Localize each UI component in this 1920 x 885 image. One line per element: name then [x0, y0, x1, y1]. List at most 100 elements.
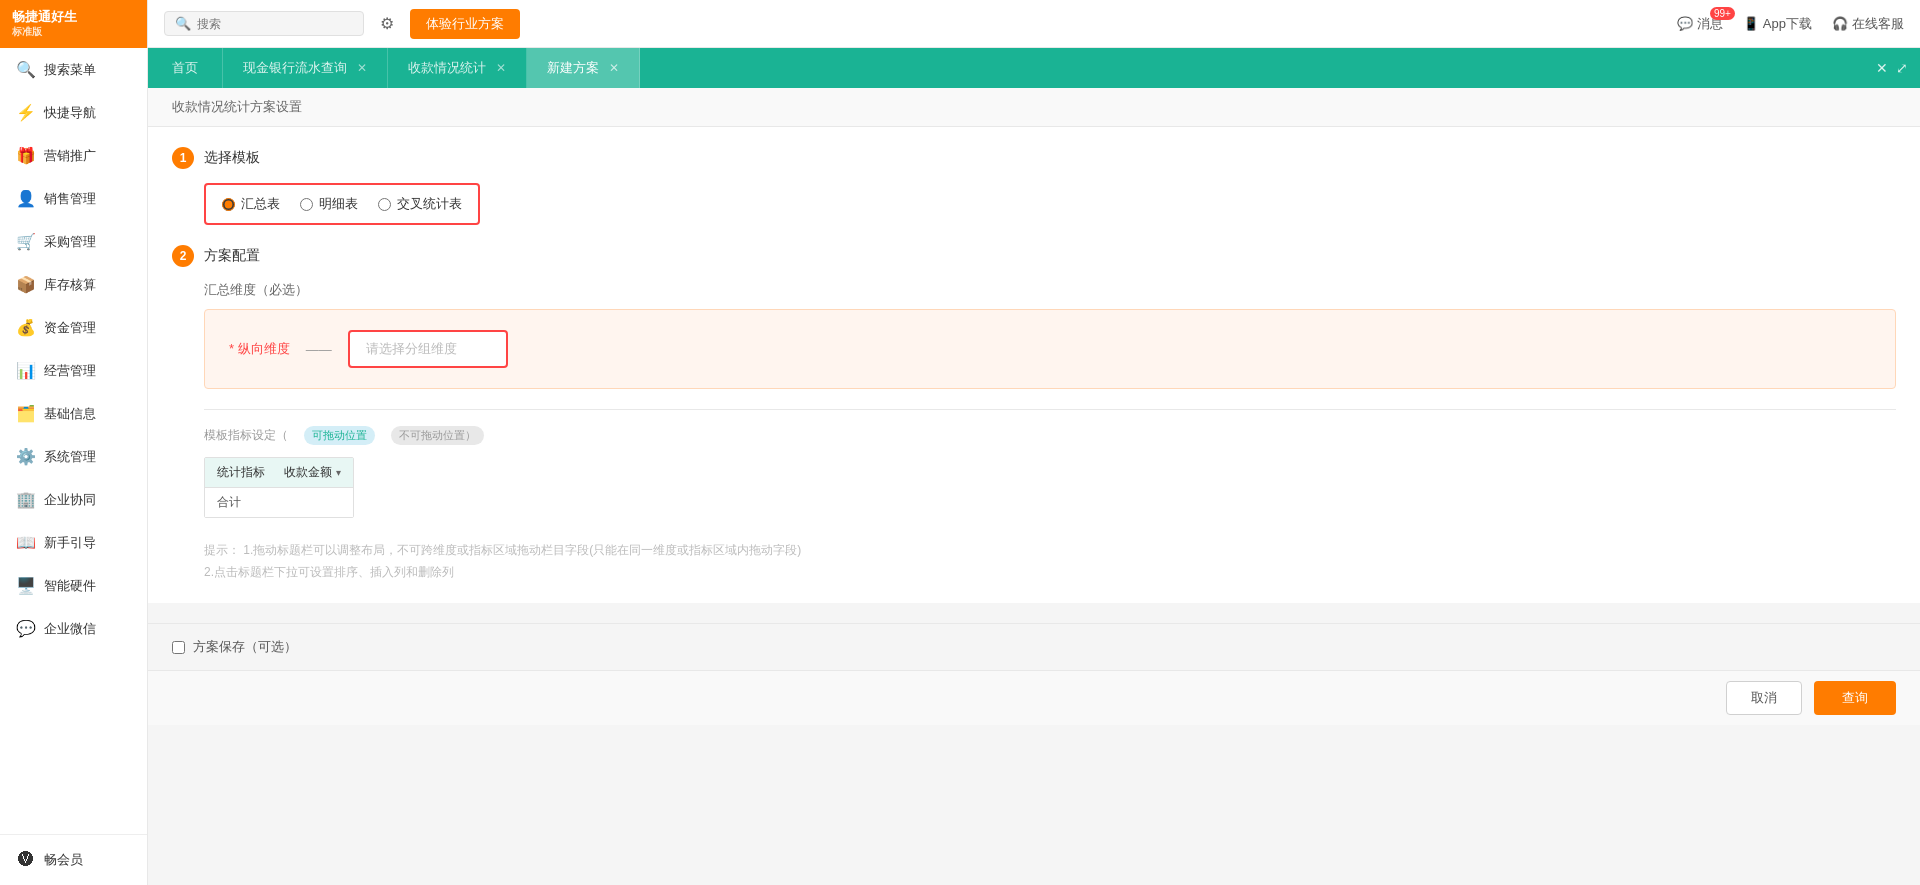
download-item[interactable]: 📱 App下载 — [1743, 15, 1812, 33]
tab-new-plan-label: 新建方案 — [547, 59, 599, 77]
stats-label: 统计指标 — [217, 464, 265, 481]
stats-table-row: 合计 — [205, 488, 353, 517]
sidebar-item-label: 企业协同 — [44, 491, 96, 509]
sidebar-item-label: 畅会员 — [44, 851, 83, 869]
tab-home[interactable]: 首页 — [148, 48, 223, 88]
sidebar-item-member[interactable]: 🅥 畅会员 — [0, 843, 147, 877]
tab-new-plan[interactable]: 新建方案 ✕ — [527, 48, 640, 88]
logo-title: 畅捷通好生 — [12, 9, 77, 25]
tab-maximize-icon[interactable]: ⤢ — [1896, 60, 1908, 76]
support-icon: 🎧 — [1832, 16, 1848, 31]
query-button[interactable]: 查询 — [1814, 681, 1896, 715]
step1-section: 1 选择模板 汇总表 明细表 — [172, 147, 1896, 225]
cancel-button[interactable]: 取消 — [1726, 681, 1802, 715]
radio-summary-input[interactable] — [222, 198, 235, 211]
search-box[interactable]: 🔍 — [164, 11, 364, 36]
download-icon: 📱 — [1743, 16, 1759, 31]
notification-item[interactable]: 💬 消息 99+ — [1677, 15, 1723, 33]
app-logo: 畅捷通好生 标准版 — [0, 0, 147, 48]
settings-icon[interactable]: ⚙ — [380, 14, 394, 33]
step2-title: 方案配置 — [204, 247, 260, 265]
sidebar-item-hardware[interactable]: 🖥️ 智能硬件 — [0, 564, 147, 607]
form-container: 1 选择模板 汇总表 明细表 — [148, 127, 1920, 603]
radio-detail[interactable]: 明细表 — [300, 195, 358, 213]
draggable-hint: 模板指标设定（ 可拖动位置 不可拖动位置） — [204, 426, 1896, 445]
notification-badge: 99+ — [1710, 7, 1735, 20]
tab-new-plan-close[interactable]: ✕ — [609, 61, 619, 75]
sidebar-item-marketing[interactable]: 🎁 营销推广 — [0, 134, 147, 177]
sales-icon: 👤 — [16, 189, 36, 208]
sidebar-item-label: 采购管理 — [44, 233, 96, 251]
sidebar-item-purchase[interactable]: 🛒 采购管理 — [0, 220, 147, 263]
tab-bank-flow-label: 现金银行流水查询 — [243, 59, 347, 77]
footer-bar: 取消 查询 — [148, 670, 1920, 725]
search-icon: 🔍 — [16, 60, 36, 79]
sidebar-item-inventory[interactable]: 📦 库存核算 — [0, 263, 147, 306]
purchase-icon: 🛒 — [16, 232, 36, 251]
radio-cross-label: 交叉统计表 — [397, 195, 462, 213]
tab-close-all-icon[interactable]: ✕ — [1876, 60, 1888, 76]
finance-icon: 💰 — [16, 318, 36, 337]
sidebar-item-sales[interactable]: 👤 销售管理 — [0, 177, 147, 220]
step1-number: 1 — [172, 147, 194, 169]
radio-detail-label: 明细表 — [319, 195, 358, 213]
radio-summary-label: 汇总表 — [241, 195, 280, 213]
indicators-section: 模板指标设定（ 可拖动位置 不可拖动位置） 统计指标 收款金额 ▾ — [204, 409, 1896, 530]
tab-collections-label: 收款情况统计 — [408, 59, 486, 77]
sidebar-item-label: 经营管理 — [44, 362, 96, 380]
stats-table-header: 统计指标 收款金额 ▾ — [205, 458, 353, 488]
template-selection-box: 汇总表 明细表 交叉统计表 — [204, 183, 480, 225]
tab-home-label: 首页 — [172, 59, 198, 77]
sidebar-item-system[interactable]: ⚙️ 系统管理 — [0, 435, 147, 478]
tab-bank-flow[interactable]: 现金银行流水查询 ✕ — [223, 48, 388, 88]
member-icon: 🅥 — [16, 851, 36, 869]
logo-sub: 标准版 — [12, 25, 77, 39]
tabbar-actions: ✕ ⤢ — [1864, 48, 1920, 88]
nav-icon: ⚡ — [16, 103, 36, 122]
dimension-arrow: —— — [306, 342, 332, 357]
topbar-right: 💬 消息 99+ 📱 App下载 🎧 在线客服 — [1677, 15, 1904, 33]
sidebar-item-label: 基础信息 — [44, 405, 96, 423]
stats-row-label: 合计 — [217, 495, 241, 509]
support-item[interactable]: 🎧 在线客服 — [1832, 15, 1904, 33]
sidebar-item-guide[interactable]: 📖 新手引导 — [0, 521, 147, 564]
sidebar-item-label: 系统管理 — [44, 448, 96, 466]
guide-icon: 📖 — [16, 533, 36, 552]
save-checkbox-label[interactable]: 方案保存（可选） — [193, 638, 297, 656]
sidebar-item-operations[interactable]: 📊 经营管理 — [0, 349, 147, 392]
message-icon: 💬 — [1677, 16, 1693, 31]
step1-header: 1 选择模板 — [172, 147, 1896, 169]
tab-collections-close[interactable]: ✕ — [496, 61, 506, 75]
save-checkbox[interactable] — [172, 641, 185, 654]
radio-cross[interactable]: 交叉统计表 — [378, 195, 462, 213]
tab-bank-flow-close[interactable]: ✕ — [357, 61, 367, 75]
sidebar-item-label: 资金管理 — [44, 319, 96, 337]
sidebar-item-search[interactable]: 🔍 搜索菜单 — [0, 48, 147, 91]
tabbar: 首页 现金银行流水查询 ✕ 收款情况统计 ✕ 新建方案 ✕ ✕ ⤢ — [148, 48, 1920, 88]
chevron-down-icon[interactable]: ▾ — [336, 467, 341, 478]
page-breadcrumb: 收款情况统计方案设置 — [172, 99, 302, 114]
step2-header: 2 方案配置 — [172, 245, 1896, 267]
hint-line1: 提示： 1.拖动标题栏可以调整布局，不可跨维度或指标区域拖动栏目字段(只能在同一… — [204, 540, 1896, 562]
indicators-section-label: 模板指标设定（ — [204, 427, 288, 444]
sidebar-item-label: 企业微信 — [44, 620, 96, 638]
tab-collections[interactable]: 收款情况统计 ✕ — [388, 48, 527, 88]
search-input[interactable] — [197, 17, 337, 31]
sidebar-item-basic[interactable]: 🗂️ 基础信息 — [0, 392, 147, 435]
step2-number: 2 — [172, 245, 194, 267]
sidebar-item-finance[interactable]: 💰 资金管理 — [0, 306, 147, 349]
industry-solution-button[interactable]: 体验行业方案 — [410, 9, 520, 39]
radio-detail-input[interactable] — [300, 198, 313, 211]
search-icon: 🔍 — [175, 16, 191, 31]
bottom-save-bar: 方案保存（可选） — [148, 623, 1920, 670]
radio-cross-input[interactable] — [378, 198, 391, 211]
sidebar-item-nav[interactable]: ⚡ 快捷导航 — [0, 91, 147, 134]
dimension-selector[interactable]: 请选择分组维度 — [348, 330, 508, 368]
stats-table: 统计指标 收款金额 ▾ 合计 — [204, 457, 354, 518]
sidebar-item-wechat[interactable]: 💬 企业微信 — [0, 607, 147, 650]
hardware-icon: 🖥️ — [16, 576, 36, 595]
radio-summary[interactable]: 汇总表 — [222, 195, 280, 213]
sidebar-item-corp[interactable]: 🏢 企业协同 — [0, 478, 147, 521]
page-title-bar: 收款情况统计方案设置 — [148, 88, 1920, 127]
dimension-area: * 纵向维度 —— 请选择分组维度 — [204, 309, 1896, 389]
